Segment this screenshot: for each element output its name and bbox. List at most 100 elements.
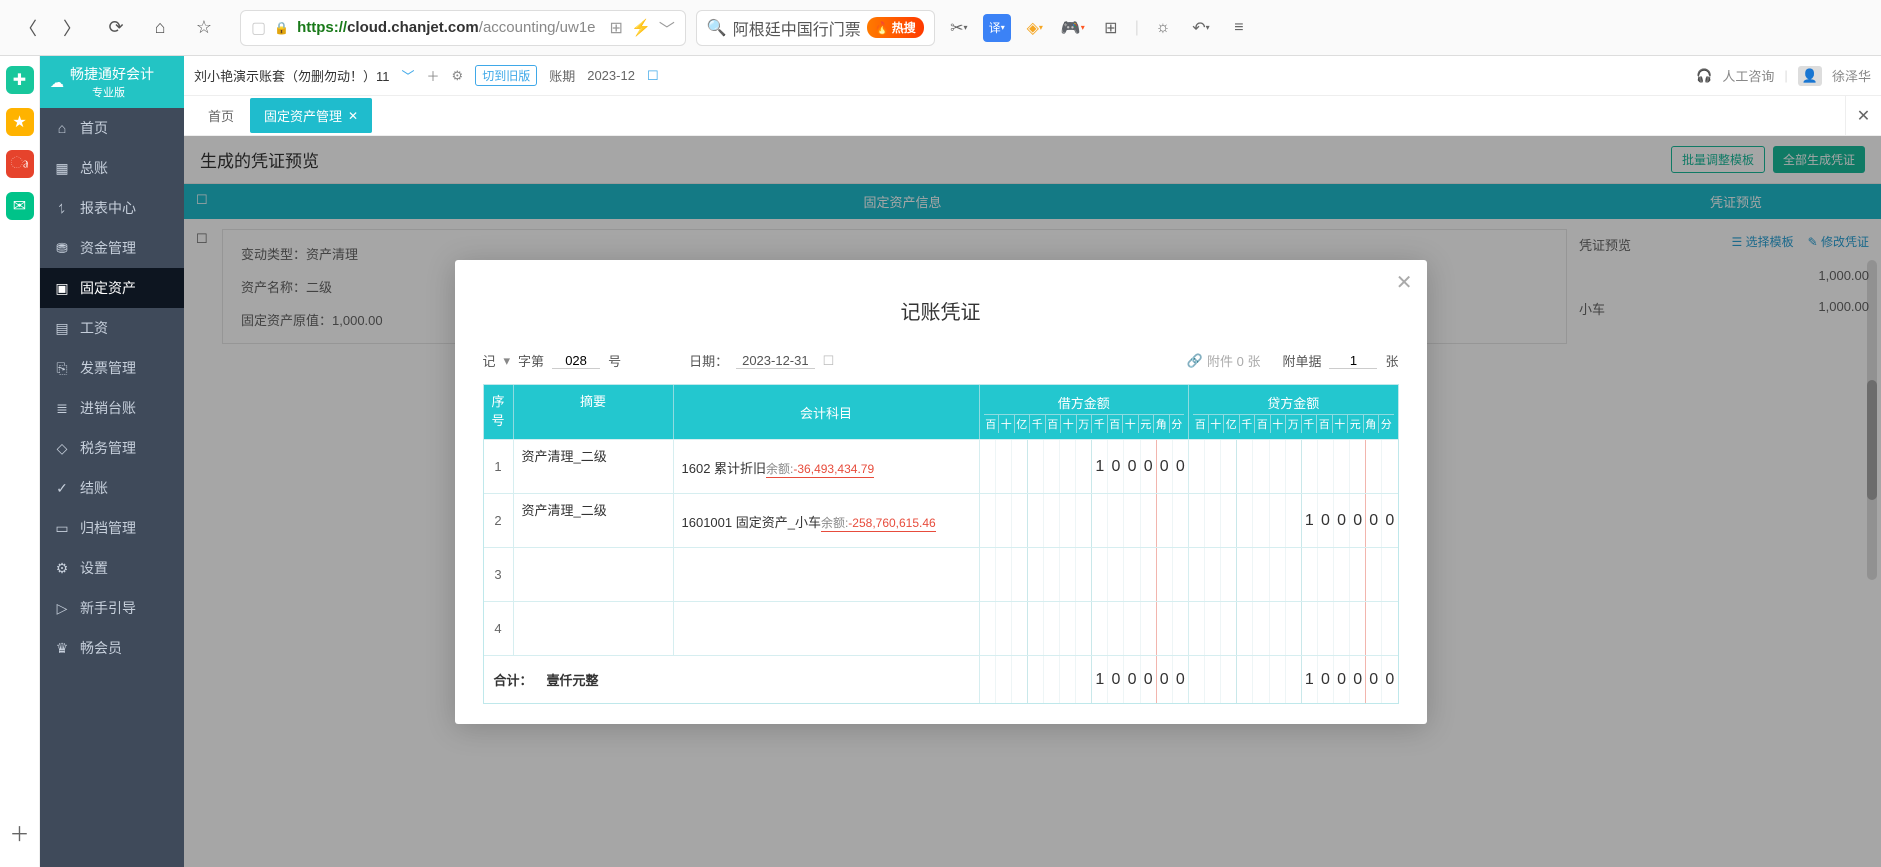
dock-favorites-icon[interactable]: ★ [6, 108, 34, 136]
add-account-icon[interactable]: ＋ [427, 66, 440, 85]
sidebar-item-发票管理[interactable]: ⎘发票管理 [40, 348, 184, 388]
address-bar[interactable]: ▢ 🔒 https://cloud.chanjet.com/accounting… [240, 10, 686, 46]
hot-tag[interactable]: 🔥热搜 [867, 17, 924, 38]
account-name[interactable]: 刘小艳演示账套（勿删勿动！）11 [194, 66, 390, 85]
favorite-icon[interactable]: ☆ [184, 8, 224, 48]
calendar-icon[interactable]: ☐ [647, 68, 659, 84]
sidebar-item-总账[interactable]: ▦总账 [40, 148, 184, 188]
period-value[interactable]: 2023-12 [587, 68, 635, 83]
sidebar-item-固定资产[interactable]: ▣固定资产 [40, 268, 184, 308]
history-icon[interactable]: ↶▾ [1187, 14, 1215, 42]
amount-grid[interactable]: 100000 [1189, 656, 1398, 703]
dock-add-icon[interactable]: ＋ [10, 818, 30, 847]
support-link[interactable]: 人工咨询 [1722, 66, 1774, 85]
page-close-button[interactable]: ✕ [1845, 96, 1881, 136]
wallet-icon[interactable]: ◈▾ [1021, 14, 1049, 42]
digit-cell [1334, 602, 1350, 655]
chevron-down-icon[interactable]: ▾ [504, 353, 511, 369]
amount-grid[interactable]: 100000 [980, 656, 1189, 703]
sidebar-item-资金管理[interactable]: ⛃资金管理 [40, 228, 184, 268]
amount-grid[interactable]: 100000 [1189, 494, 1398, 547]
scrollbar-thumb[interactable] [1867, 380, 1877, 500]
row-summary[interactable] [514, 548, 674, 601]
digit-cell [1012, 656, 1028, 703]
user-name[interactable]: 徐泽华 [1832, 66, 1871, 85]
calendar-icon[interactable]: ☐ [823, 353, 835, 369]
amount-grid[interactable] [1189, 440, 1398, 493]
col-debit: 借方金额 百十亿千百十万千百十元角分 [980, 385, 1190, 439]
topbar: 刘小艳演示账套（勿删勿动！）11 ﹀ ＋ ⚙ 切到旧版 账期 2023-12 ☐… [184, 56, 1881, 96]
apps-icon[interactable]: ⊞ [1097, 14, 1125, 42]
row-subject[interactable] [674, 602, 980, 655]
row-summary[interactable]: 资产清理_二级 [514, 494, 674, 547]
chevron-down-icon[interactable]: ﹀ [659, 16, 675, 40]
row-summary[interactable] [514, 602, 674, 655]
dock-mail-icon[interactable]: ✉ [6, 192, 34, 220]
bolt-icon[interactable]: ⚡ [631, 18, 651, 38]
digit-unit: 十 [1209, 415, 1225, 433]
avatar-icon[interactable]: 👤 [1798, 66, 1822, 86]
dock-weibo-icon[interactable]: ෘ [6, 150, 34, 178]
sidebar-item-归档管理[interactable]: ▭归档管理 [40, 508, 184, 548]
search-box[interactable]: 🔍 阿根廷中国行门票 🔥热搜 [696, 10, 935, 46]
sidebar-item-新手引导[interactable]: ▷新手引导 [40, 588, 184, 628]
sidebar-item-进销台账[interactable]: ≣进销台账 [40, 388, 184, 428]
attachment-info[interactable]: 🔗附件 0 张 [1187, 351, 1261, 370]
digit-cell [1189, 440, 1205, 493]
voucher-type[interactable]: 记 [483, 351, 496, 370]
digit-cell [1157, 602, 1173, 655]
gamepad-icon[interactable]: 🎮▾ [1059, 14, 1087, 42]
slip-count-input[interactable] [1329, 353, 1377, 369]
tab-home[interactable]: 首页 [194, 98, 248, 133]
sidebar-item-畅会员[interactable]: ♛畅会员 [40, 628, 184, 668]
digit-cell [1302, 602, 1318, 655]
qr-icon[interactable]: ⊞ [610, 18, 623, 38]
gear-icon[interactable]: ⚙ [452, 68, 464, 84]
digit-cell [1173, 494, 1188, 547]
sidebar-item-结账[interactable]: ✓结账 [40, 468, 184, 508]
scissors-icon[interactable]: ✂▾ [945, 14, 973, 42]
dock-app-icon[interactable]: ✚ [6, 66, 34, 94]
amount-grid[interactable]: 100000 [980, 440, 1189, 493]
digit-cell [1076, 602, 1092, 655]
brand: ☁ 畅捷通好会计 专业版 [40, 56, 184, 108]
row-summary[interactable]: 资产清理_二级 [514, 440, 674, 493]
table-row[interactable]: 4 [484, 601, 1398, 655]
close-icon[interactable]: ✕ [348, 109, 358, 123]
reload-icon[interactable]: ⟳ [96, 8, 136, 48]
home-icon[interactable]: ⌂ [140, 8, 180, 48]
row-subject[interactable]: 1602 累计折旧余额:-36,493,434.79 [674, 440, 980, 493]
sidebar-item-报表中心[interactable]: ⥍报表中心 [40, 188, 184, 228]
amount-grid[interactable] [980, 548, 1189, 601]
row-subject[interactable]: 1601001 固定资产_小车余额:-258,760,615.46 [674, 494, 980, 547]
sidebar-item-首页[interactable]: ⌂首页 [40, 108, 184, 148]
brightness-icon[interactable]: ☼ [1149, 14, 1177, 42]
translate-icon[interactable]: 译▾ [983, 14, 1011, 42]
forward-icon[interactable]: 〉 [52, 8, 92, 48]
sidebar-item-设置[interactable]: ⚙设置 [40, 548, 184, 588]
amount-grid[interactable] [1189, 602, 1398, 655]
digit-unit: 分 [1379, 415, 1394, 433]
amount-grid[interactable] [980, 494, 1189, 547]
digit-unit: 十 [1061, 415, 1077, 433]
menu-icon[interactable]: ≡ [1225, 14, 1253, 42]
back-icon[interactable]: 〈 [8, 8, 48, 48]
table-row[interactable]: 3 [484, 547, 1398, 601]
amount-grid[interactable] [1189, 548, 1398, 601]
scrollbar[interactable] [1867, 260, 1877, 580]
tab-fixed-assets[interactable]: 固定资产管理 ✕ [250, 98, 372, 133]
digit-unit: 千 [1030, 415, 1046, 433]
switch-old-button[interactable]: 切到旧版 [475, 65, 537, 86]
close-icon[interactable]: ✕ [1396, 270, 1413, 295]
date-value[interactable]: 2023-12-31 [736, 353, 815, 369]
sidebar-item-工资[interactable]: ▤工资 [40, 308, 184, 348]
table-row[interactable]: 2资产清理_二级1601001 固定资产_小车余额:-258,760,615.4… [484, 493, 1398, 547]
row-subject[interactable] [674, 548, 980, 601]
table-row[interactable]: 1资产清理_二级1602 累计折旧余额:-36,493,434.79100000 [484, 439, 1398, 493]
digit-cell: 0 [1350, 656, 1366, 703]
amount-grid[interactable] [980, 602, 1189, 655]
sidebar-item-税务管理[interactable]: ◇税务管理 [40, 428, 184, 468]
account-dropdown-icon[interactable]: ﹀ [402, 66, 415, 85]
col-index: 序号 [484, 385, 514, 439]
voucher-number-input[interactable] [552, 353, 600, 369]
